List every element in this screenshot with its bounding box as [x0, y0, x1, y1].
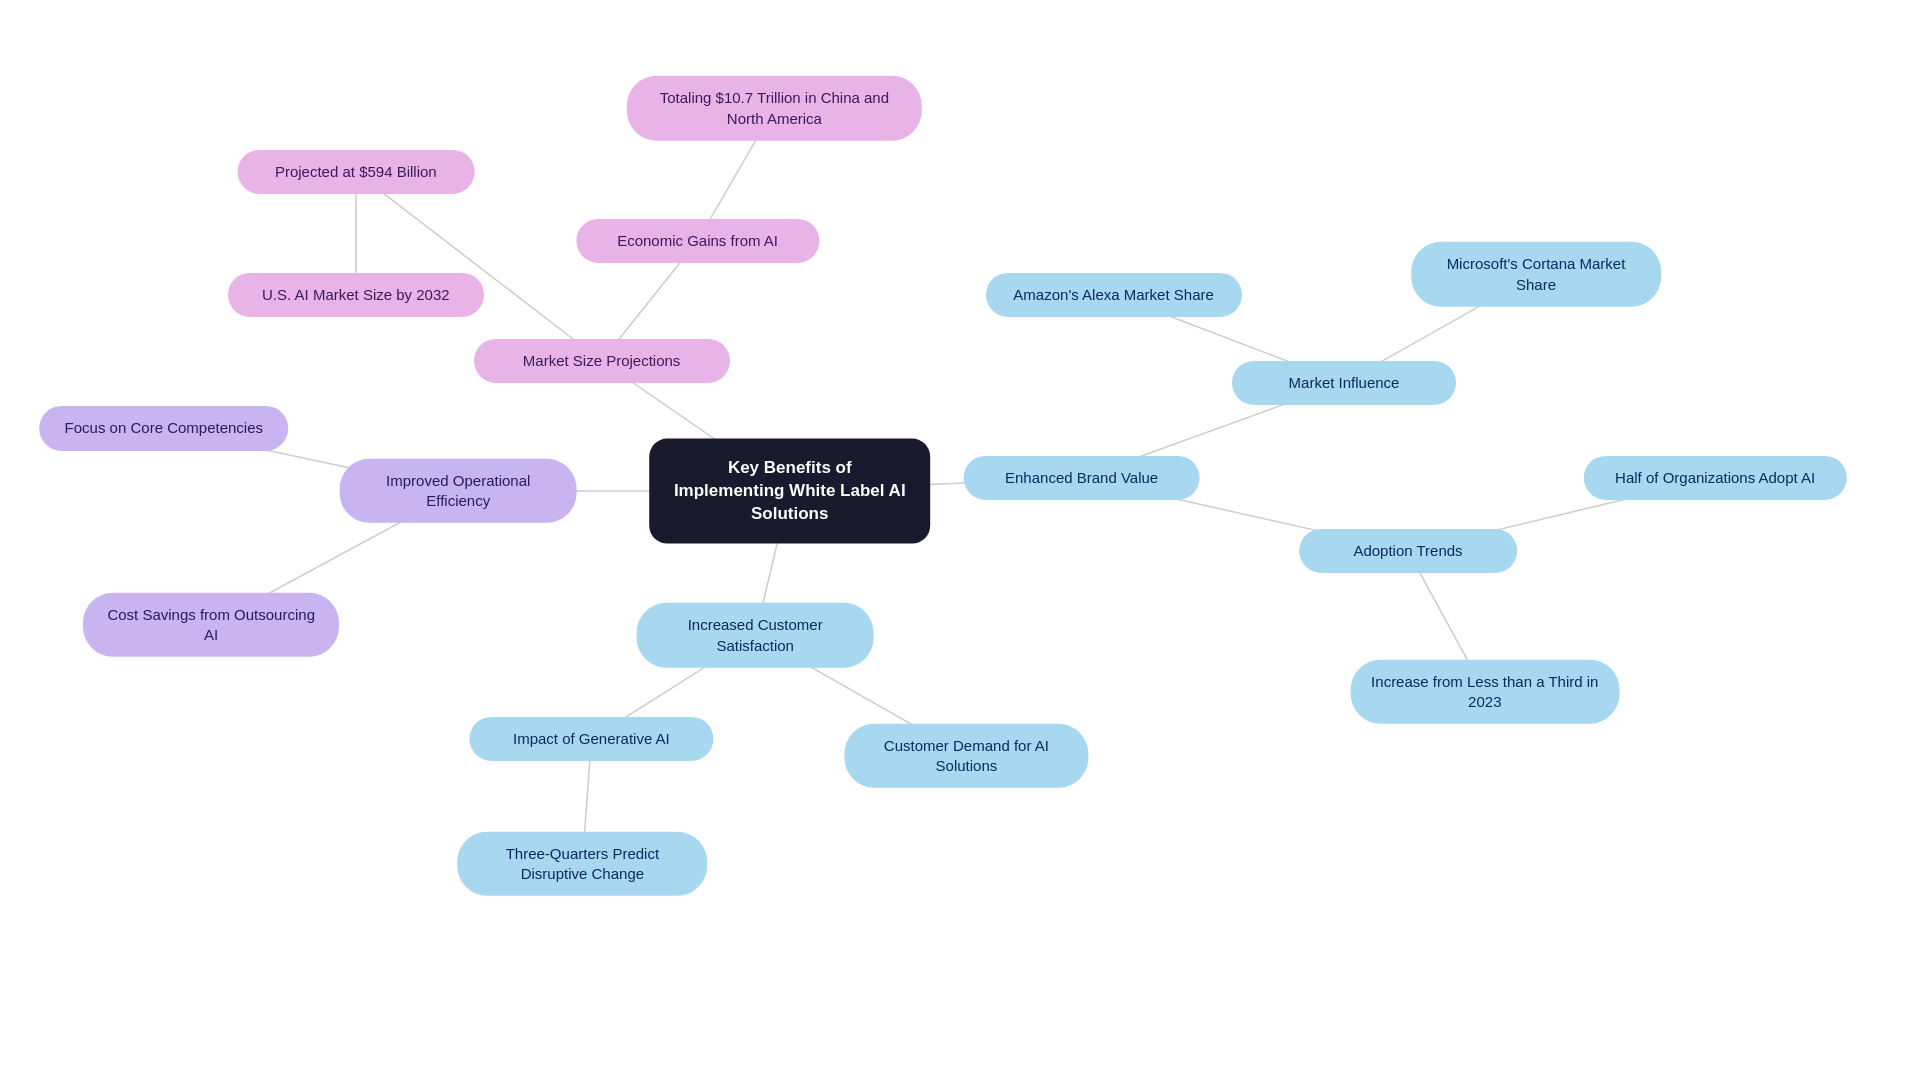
- node-customer_demand: Customer Demand for AI Solutions: [845, 723, 1088, 788]
- node-projected: Projected at $594 Billion: [237, 150, 474, 194]
- svg-line-3: [356, 172, 602, 361]
- node-microsoft: Microsoft's Cortana Market Share: [1411, 242, 1661, 307]
- node-impact_gen: Impact of Generative AI: [470, 717, 713, 761]
- node-customer_sat: Increased Customer Satisfaction: [637, 603, 874, 668]
- node-adoption_trends: Adoption Trends: [1299, 529, 1517, 573]
- node-three_quarters: Three-Quarters Predict Disruptive Change: [458, 832, 708, 897]
- node-totaling: Totaling $10.7 Trillion in China and Nor…: [627, 76, 921, 141]
- node-amazon: Amazon's Alexa Market Share: [986, 273, 1242, 317]
- node-center: Key Benefits of Implementing White Label…: [649, 439, 931, 544]
- node-economic_gains: Economic Gains from AI: [576, 219, 819, 263]
- node-market_influence: Market Influence: [1232, 361, 1456, 405]
- node-cost_savings: Cost Savings from Outsourcing AI: [83, 592, 339, 657]
- node-focus_core: Focus on Core Competencies: [39, 406, 289, 450]
- node-half_orgs: Half of Organizations Adopt AI: [1584, 456, 1846, 500]
- node-increase_third: Increase from Less than a Third in 2023: [1350, 660, 1619, 725]
- node-improved_ops: Improved Operational Efficiency: [340, 459, 577, 524]
- node-us_market: U.S. AI Market Size by 2032: [228, 273, 484, 317]
- node-enhanced_brand: Enhanced Brand Value: [963, 456, 1200, 500]
- mindmap-container: Key Benefits of Implementing White Label…: [0, 0, 1920, 1083]
- node-market_size: Market Size Projections: [474, 339, 730, 383]
